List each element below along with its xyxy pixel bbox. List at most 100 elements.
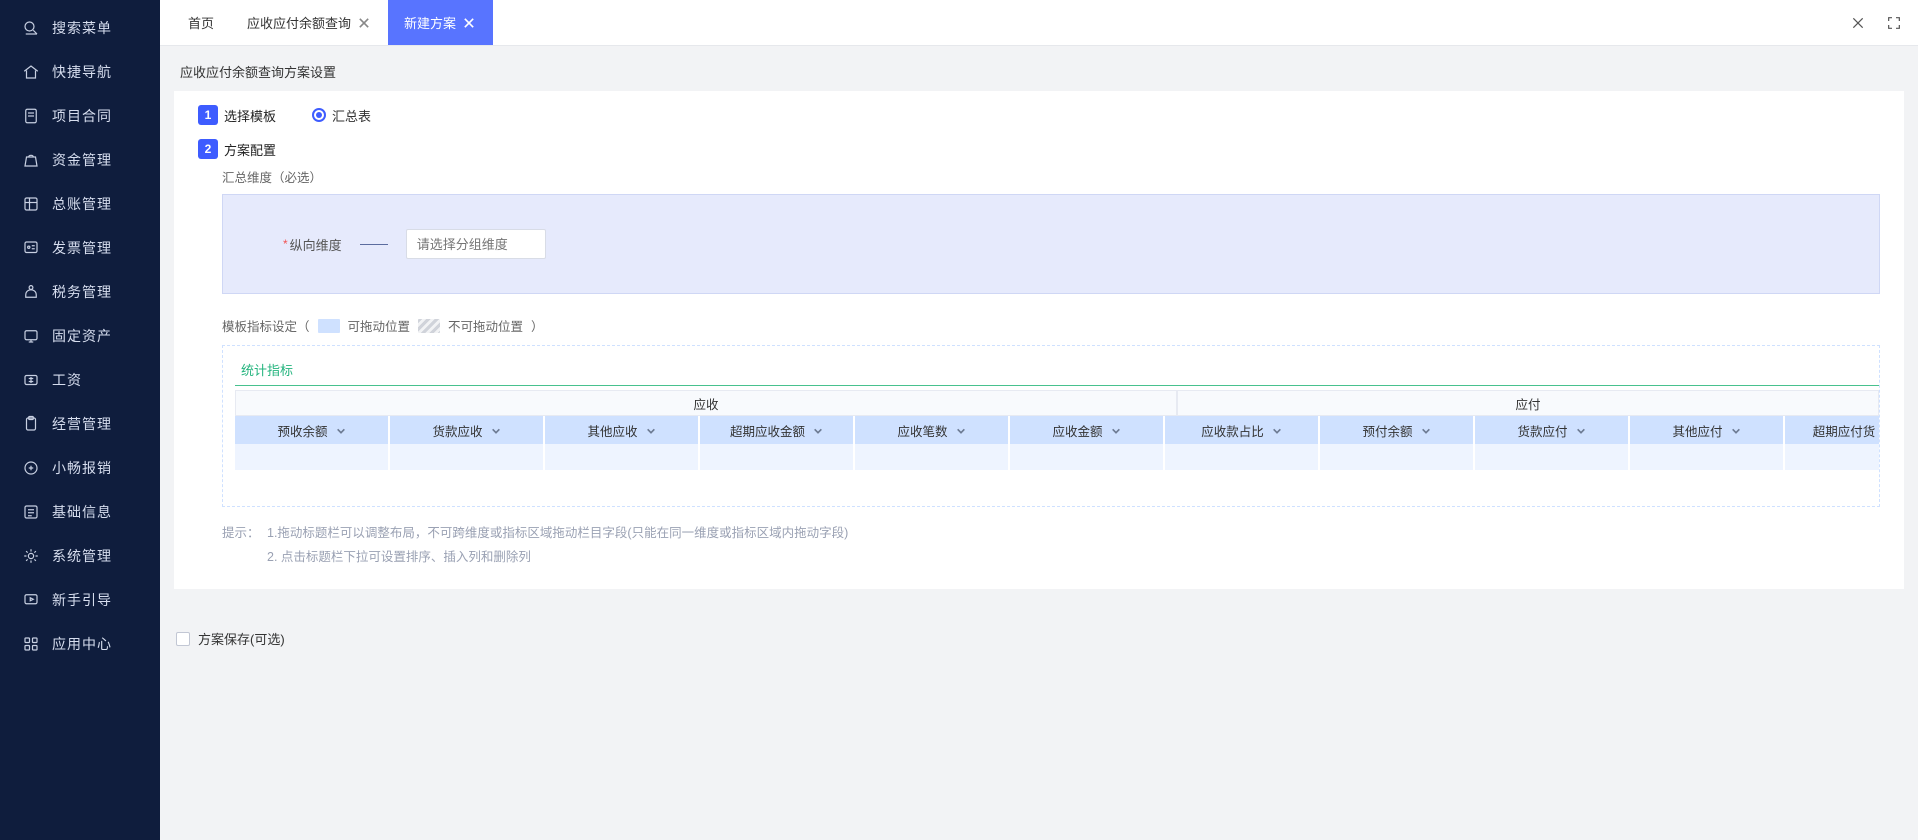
group-payable: 应付 [1177, 390, 1879, 416]
col-label: 超期应付货 [1813, 421, 1876, 440]
tab-label: 新建方案 [404, 13, 456, 32]
sidebar-item-label: 应用中心 [52, 634, 112, 654]
step1-label: 选择模板 [224, 106, 276, 125]
bag-icon [22, 151, 40, 169]
sidebar-item-label: 工资 [52, 370, 82, 390]
col-header[interactable]: 应收金额 [1010, 416, 1165, 444]
save-label: 方案保存(可选) [198, 629, 285, 648]
sidebar-item-salary[interactable]: 工资 [0, 358, 160, 402]
salary-icon [22, 371, 40, 389]
close-all-button[interactable] [1844, 9, 1872, 37]
tab-ar-ap-query[interactable]: 应收应付余额查询 [231, 0, 388, 45]
col-label: 预付余额 [1362, 421, 1412, 440]
sidebar-item-basicinfo[interactable]: 基础信息 [0, 490, 160, 534]
sidebar-item-search[interactable]: 搜索菜单 [0, 6, 160, 50]
sidebar-item-funds[interactable]: 资金管理 [0, 138, 160, 182]
tab-new-scheme[interactable]: 新建方案 [388, 0, 493, 45]
col-header[interactable]: 预付余额 [1320, 416, 1475, 444]
sidebar-item-contract[interactable]: 项目合同 [0, 94, 160, 138]
radio-label: 汇总表 [332, 106, 371, 125]
col-header[interactable]: 货款应收 [390, 416, 545, 444]
invoice-icon [22, 239, 40, 257]
table-cell [855, 444, 1010, 470]
table-cell [700, 444, 855, 470]
col-header[interactable]: 超期应付货 [1785, 416, 1879, 444]
table-cell [1320, 444, 1475, 470]
col-header[interactable]: 其他应付 [1630, 416, 1785, 444]
save-checkbox[interactable] [176, 632, 190, 646]
dimension-select[interactable] [406, 229, 546, 259]
connector-line [360, 244, 388, 245]
apps-icon [22, 635, 40, 653]
dim-field-text: 纵向维度 [290, 235, 342, 254]
col-header[interactable]: 超期应收金额 [700, 416, 855, 444]
template-radio-summary[interactable]: 汇总表 [312, 106, 371, 125]
chevron-down-icon [1421, 425, 1431, 435]
search-icon [22, 19, 40, 37]
col-header[interactable]: 预收余额 [235, 416, 390, 444]
table-cell [1010, 444, 1165, 470]
dim-field-label: * 纵向维度 [283, 235, 342, 254]
fullscreen-button[interactable] [1880, 9, 1908, 37]
chevron-down-icon [1272, 425, 1282, 435]
sidebar-item-label: 固定资产 [52, 326, 112, 346]
col-label: 其他应付 [1672, 421, 1722, 440]
sidebar-item-apps[interactable]: 应用中心 [0, 622, 160, 666]
hint-block: 提示： 1.拖动标题栏可以调整布局，不可跨维度或指标区域拖动栏目字段(只能在同一… [222, 521, 1904, 569]
sidebar-item-reimburse[interactable]: 小畅报销 [0, 446, 160, 490]
sidebar-item-label: 新手引导 [52, 590, 112, 610]
col-header[interactable]: 应收笔数 [855, 416, 1010, 444]
sidebar-item-ledger[interactable]: 总账管理 [0, 182, 160, 226]
col-header[interactable]: 应收款占比 [1165, 416, 1320, 444]
sidebar-item-home[interactable]: 快捷导航 [0, 50, 160, 94]
content-scroll: 应收应付余额查询方案设置 1 选择模板 汇总表 2 方案配置 汇总维度（必选） [160, 46, 1918, 840]
sidebar-item-system[interactable]: 系统管理 [0, 534, 160, 578]
group-header-row: 应收 应付 [235, 390, 1879, 416]
sidebar-item-label: 总账管理 [52, 194, 112, 214]
document-icon [22, 107, 40, 125]
chevron-down-icon [491, 425, 501, 435]
sidebar-item-assets[interactable]: 固定资产 [0, 314, 160, 358]
tabbar-actions [1844, 0, 1918, 45]
sidebar-item-label: 发票管理 [52, 238, 112, 258]
col-label: 应收笔数 [897, 421, 947, 440]
table-cell [1785, 444, 1879, 470]
step1-row: 1 选择模板 汇总表 [174, 105, 1904, 125]
asset-icon [22, 327, 40, 345]
col-header[interactable]: 其他应收 [545, 416, 700, 444]
legend-drag-label: 可拖动位置 [348, 316, 411, 335]
chevron-down-icon [336, 425, 346, 435]
table-cell [235, 444, 390, 470]
page-title: 应收应付余额查询方案设置 [160, 46, 1918, 91]
col-label: 货款应付 [1517, 421, 1567, 440]
sidebar-item-label: 项目合同 [52, 106, 112, 126]
home-icon [22, 63, 40, 81]
col-label: 货款应收 [432, 421, 482, 440]
chevron-down-icon [646, 425, 656, 435]
table-cell [1630, 444, 1785, 470]
sidebar-item-invoice[interactable]: 发票管理 [0, 226, 160, 270]
sidebar-item-tax[interactable]: 税务管理 [0, 270, 160, 314]
close-icon[interactable] [357, 16, 371, 30]
tab-label: 首页 [188, 13, 214, 32]
sidebar-item-label: 系统管理 [52, 546, 112, 566]
chevron-down-icon [813, 425, 823, 435]
close-icon[interactable] [462, 16, 476, 30]
column-header-row: 预收余额 货款应收 其他应收 超期应收金额 应收笔数 应收金额 应收款占比 预付… [235, 416, 1879, 444]
tab-home[interactable]: 首页 [172, 0, 231, 45]
legend-chip-fixed [418, 319, 440, 333]
chevron-down-icon [1111, 425, 1121, 435]
legend-nodrag-label: 不可拖动位置 [448, 316, 523, 335]
table-cell [1475, 444, 1630, 470]
col-header[interactable]: 货款应付 [1475, 416, 1630, 444]
template-table: 应收 应付 预收余额 货款应收 其他应收 超期应收金额 应收笔数 应收金额 应收… [235, 390, 1879, 470]
table-cell [545, 444, 700, 470]
sidebar-item-label: 经营管理 [52, 414, 112, 434]
stats-title: 统计指标 [241, 360, 1879, 379]
sidebar-item-label: 快捷导航 [52, 62, 112, 82]
chevron-down-icon [1576, 425, 1586, 435]
sidebar-item-guide[interactable]: 新手引导 [0, 578, 160, 622]
info-icon [22, 503, 40, 521]
chevron-down-icon [956, 425, 966, 435]
sidebar-item-business[interactable]: 经营管理 [0, 402, 160, 446]
